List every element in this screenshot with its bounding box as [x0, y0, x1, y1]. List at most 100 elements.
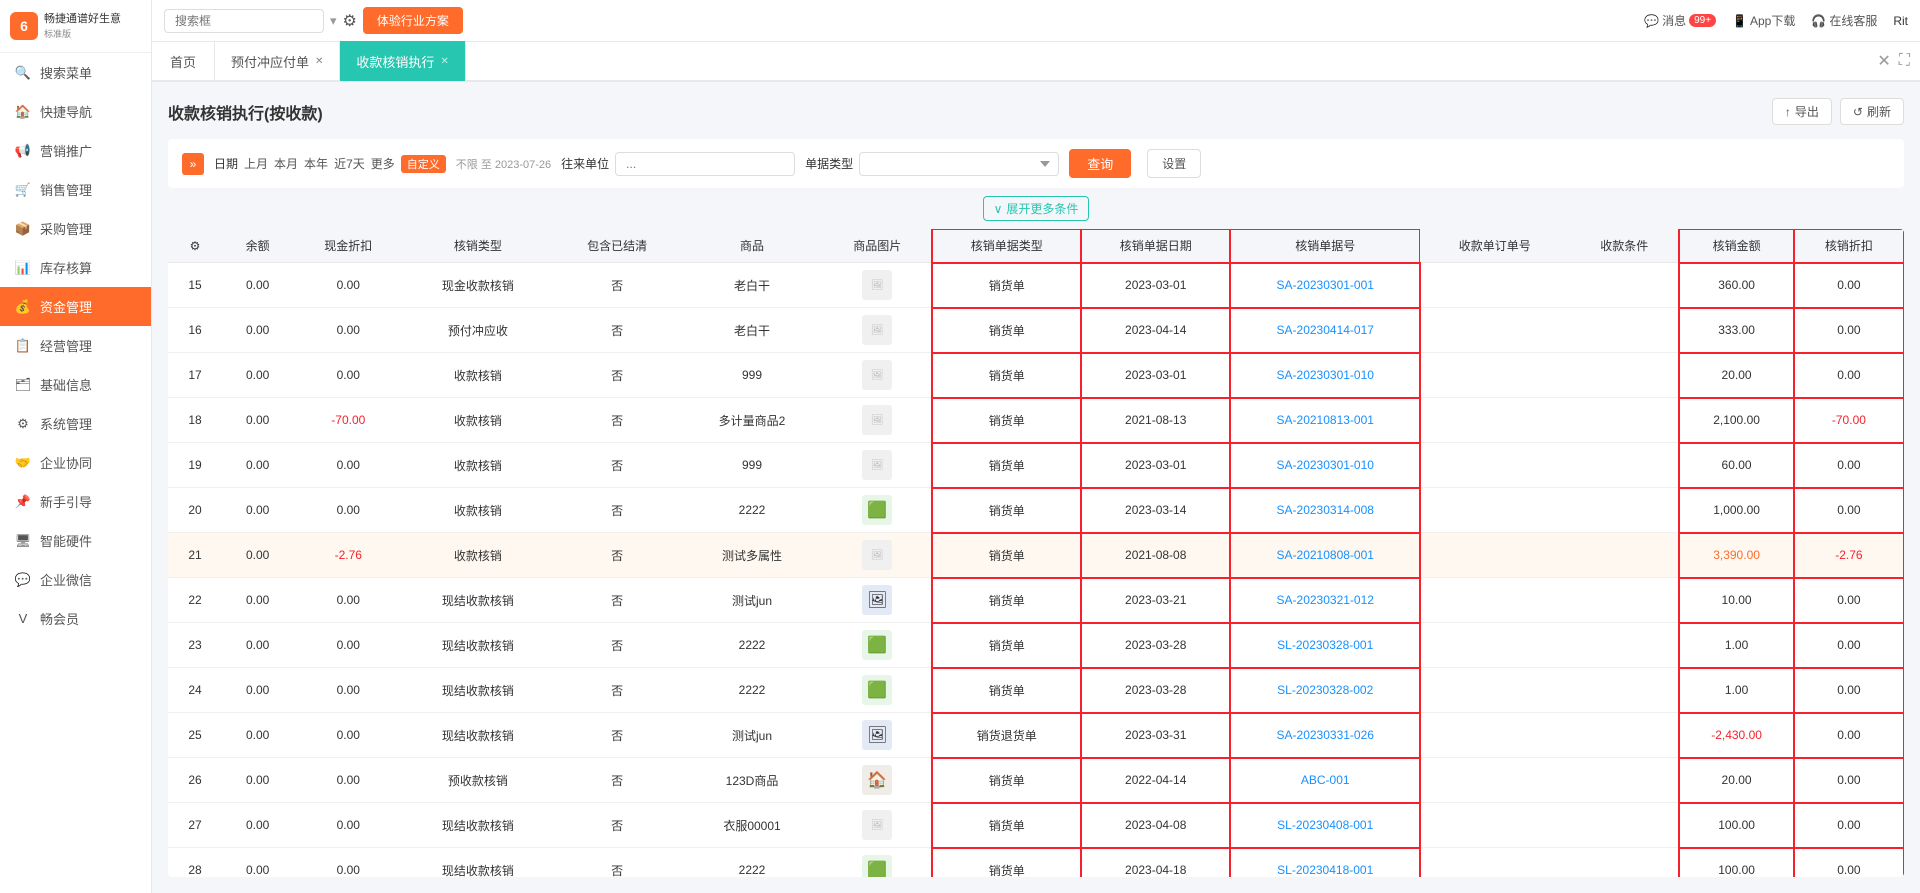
cell-product-image: 🖼	[822, 353, 932, 398]
cell-bill-date: 2023-03-14	[1081, 488, 1230, 533]
tab-home[interactable]: 首页	[152, 41, 215, 81]
topbar-gear-icon[interactable]: ⚙	[343, 11, 357, 31]
sidebar-item-purchase[interactable]: 📦采购管理	[0, 209, 151, 248]
col-settings-header[interactable]: ⚙	[168, 229, 222, 263]
cell-receipt-order	[1420, 668, 1569, 713]
sidebar-icon-member: V	[14, 610, 32, 628]
filter-settings-button[interactable]: 设置	[1147, 149, 1201, 178]
cell-receipt-order	[1420, 353, 1569, 398]
tab-prepay[interactable]: 预付冲应付单 ✕	[215, 41, 340, 81]
industry-solution-button[interactable]: 体验行业方案	[363, 7, 463, 34]
bill-no-link[interactable]: SA-20230301-010	[1277, 368, 1374, 382]
cell-bill-no[interactable]: SA-20230414-017	[1230, 308, 1420, 353]
bill-no-link[interactable]: SL-20230328-001	[1277, 638, 1373, 652]
cell-writeoff-amount: 1,000.00	[1679, 488, 1793, 533]
search-input[interactable]	[164, 9, 324, 33]
cell-bill-no[interactable]: SA-20230301-010	[1230, 353, 1420, 398]
bill-no-link[interactable]: SA-20230331-026	[1277, 728, 1374, 742]
tab-expand-icon[interactable]: ⛶	[1899, 52, 1910, 70]
cell-receipt-condition	[1569, 488, 1679, 533]
bill-no-link[interactable]: ABC-001	[1301, 773, 1350, 787]
cell-bill-type: 销货单	[932, 758, 1081, 803]
sidebar-item-system[interactable]: ⚙系统管理	[0, 404, 151, 443]
bill-no-link[interactable]: SL-20230408-001	[1277, 818, 1373, 832]
tab-collection-close-icon[interactable]: ✕	[440, 56, 448, 67]
sidebar-item-hardware[interactable]: 🖥智能硬件	[0, 521, 151, 560]
sidebar-label-operations: 经营管理	[40, 336, 92, 355]
sidebar-item-wechat[interactable]: 💬企业微信	[0, 560, 151, 599]
cell-writeoff-amount: 333.00	[1679, 308, 1793, 353]
query-button[interactable]: 查询	[1069, 149, 1131, 178]
cell-bill-no[interactable]: SA-20230301-010	[1230, 443, 1420, 488]
bill-no-link[interactable]: SA-20230314-008	[1277, 503, 1374, 517]
sidebar-item-search[interactable]: 🔍搜索菜单	[0, 53, 151, 92]
voucher-type-select[interactable]	[859, 152, 1059, 176]
sidebar-item-inventory[interactable]: 📊库存核算	[0, 248, 151, 287]
filter-date-last-month[interactable]: 上月	[244, 155, 268, 173]
cell-no: 20	[168, 488, 222, 533]
cell-bill-type: 销货单	[932, 488, 1081, 533]
sidebar-item-guide[interactable]: 📌新手引导	[0, 482, 151, 521]
sidebar-item-marketing[interactable]: 📢营销推广	[0, 131, 151, 170]
expand-more-button[interactable]: ∨ 展开更多条件	[983, 196, 1090, 221]
bill-no-link[interactable]: SA-20210813-001	[1277, 413, 1374, 427]
filter-date-more[interactable]: 更多	[371, 155, 395, 173]
cell-bill-no[interactable]: SA-20210813-001	[1230, 398, 1420, 443]
online-service-link[interactable]: 🎧 在线客服	[1811, 12, 1877, 29]
cell-balance: 0.00	[222, 488, 293, 533]
cell-bill-no[interactable]: SA-20230314-008	[1230, 488, 1420, 533]
filter-date-7days[interactable]: 近7天	[334, 155, 365, 173]
sidebar-item-member[interactable]: V畅会员	[0, 599, 151, 638]
counterpart-input[interactable]	[615, 152, 795, 176]
sidebar-item-collab[interactable]: 🤝企业协同	[0, 443, 151, 482]
cell-bill-no[interactable]: ABC-001	[1230, 758, 1420, 803]
col-bill-type-header: 核销单据类型	[932, 229, 1081, 263]
sidebar-item-operations[interactable]: 📋经营管理	[0, 326, 151, 365]
cell-bill-no[interactable]: SA-20230331-026	[1230, 713, 1420, 758]
cell-product-image: 🖼	[822, 713, 932, 758]
topbar-dropdown-icon[interactable]: ▾	[330, 13, 337, 29]
filter-date-this-month[interactable]: 本月	[274, 155, 298, 173]
bill-no-link[interactable]: SA-20230414-017	[1277, 323, 1374, 337]
main-area: ▾ ⚙ 体验行业方案 💬 消息 99+ 📱 App下载 🎧 在线客服 Rit 首…	[152, 0, 1920, 893]
sidebar-item-finance[interactable]: 💰资金管理	[0, 287, 151, 326]
app-download-link[interactable]: 📱 App下载	[1732, 12, 1795, 29]
tab-prepay-close-icon[interactable]: ✕	[315, 56, 323, 67]
cell-bill-no[interactable]: SA-20230301-001	[1230, 263, 1420, 308]
bill-no-link[interactable]: SL-20230328-002	[1277, 683, 1373, 697]
cell-bill-no[interactable]: SA-20230321-012	[1230, 578, 1420, 623]
cell-receipt-order	[1420, 578, 1569, 623]
filter-date-custom[interactable]: 自定义	[401, 155, 446, 173]
sidebar-label-marketing: 营销推广	[40, 141, 92, 160]
bill-no-link[interactable]: SL-20230418-001	[1277, 863, 1373, 877]
cell-bill-no[interactable]: SL-20230328-001	[1230, 623, 1420, 668]
tab-collection[interactable]: 收款核销执行 ✕	[340, 41, 465, 81]
cell-receipt-condition	[1569, 533, 1679, 578]
app-name: 畅捷通谱好生意 标准版	[44, 12, 121, 39]
sidebar-item-quick-nav[interactable]: 🏠快捷导航	[0, 92, 151, 131]
sidebar-item-sales[interactable]: 🛒销售管理	[0, 170, 151, 209]
bill-no-link[interactable]: SA-20230301-010	[1277, 458, 1374, 472]
export-button[interactable]: ↑ 导出	[1772, 98, 1832, 125]
filter-toggle-button[interactable]: »	[182, 153, 204, 175]
tab-close-all-icon[interactable]: ✕	[1877, 51, 1890, 71]
cell-bill-no[interactable]: SA-20210808-001	[1230, 533, 1420, 578]
sidebar-item-basics[interactable]: 🗂基础信息	[0, 365, 151, 404]
bill-no-link[interactable]: SA-20230321-012	[1277, 593, 1374, 607]
bill-no-link[interactable]: SA-20210808-001	[1277, 548, 1374, 562]
cell-bill-no[interactable]: SL-20230408-001	[1230, 803, 1420, 848]
cell-bill-no[interactable]: SL-20230328-002	[1230, 668, 1420, 713]
product-image: 🟩	[862, 495, 892, 525]
filter-date-this-year[interactable]: 本年	[304, 155, 328, 173]
message-area[interactable]: 💬 消息 99+	[1644, 12, 1716, 29]
cell-writeoff-discount: 0.00	[1794, 578, 1904, 623]
cell-bill-type: 销货单	[932, 578, 1081, 623]
refresh-button[interactable]: ↺ 刷新	[1840, 98, 1904, 125]
cell-writeoff-type: 现结收款核销	[403, 713, 552, 758]
bill-no-link[interactable]: SA-20230301-001	[1277, 278, 1374, 292]
cell-bill-no[interactable]: SL-20230418-001	[1230, 848, 1420, 878]
table-row: 19 0.00 0.00 收款核销 否 999 🖼 销货单 2023-03-01…	[168, 443, 1904, 488]
cell-including-settled: 否	[552, 848, 682, 878]
cell-bill-date: 2023-03-21	[1081, 578, 1230, 623]
user-name[interactable]: Rit	[1893, 14, 1908, 28]
